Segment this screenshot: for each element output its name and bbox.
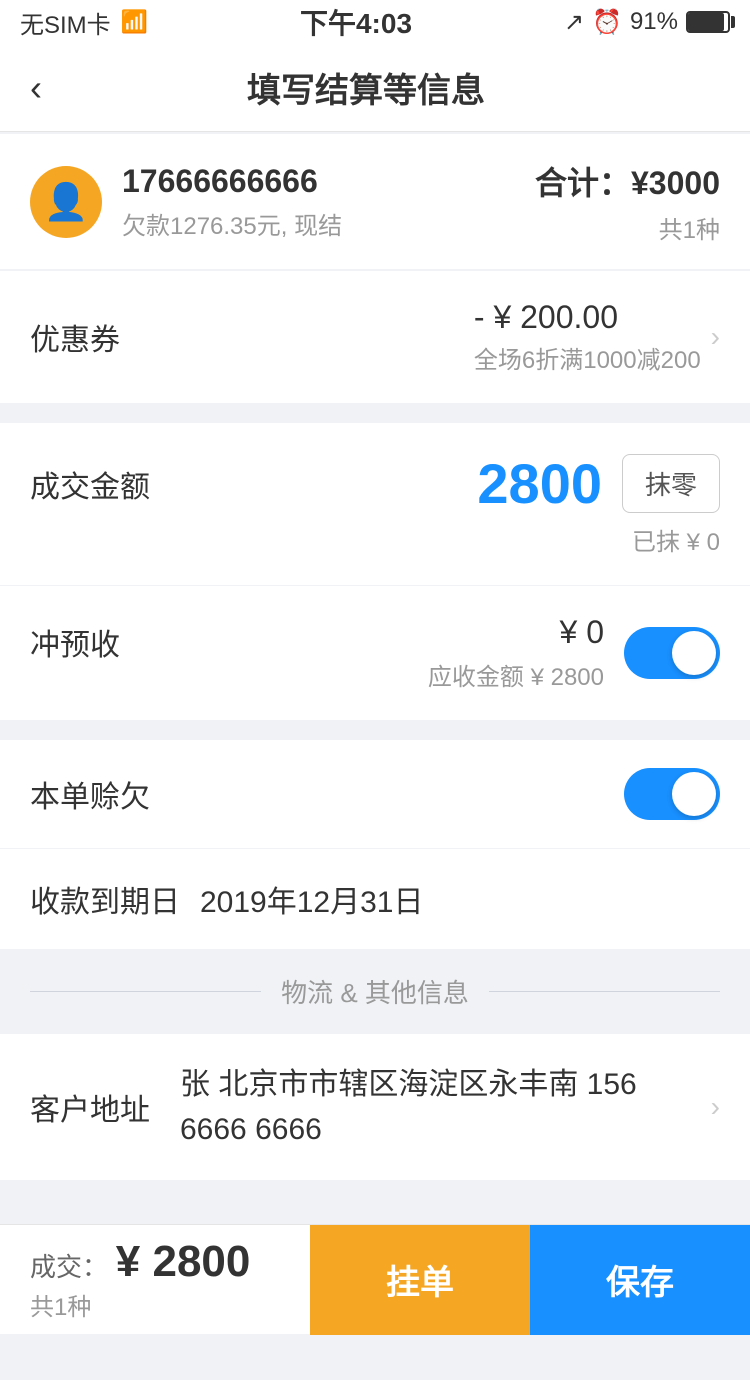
- bottom-summary-sub: 共1种: [30, 1287, 280, 1322]
- logistics-divider: 物流 & 其他信息: [0, 949, 750, 1034]
- trans-amount: 2800: [477, 451, 602, 516]
- divider-line-left: [30, 991, 261, 992]
- back-button[interactable]: ‹: [30, 57, 62, 119]
- divider-line-right: [489, 991, 720, 992]
- coupon-right: - ¥ 200.00 全场6折满1000减200 ›: [474, 299, 720, 375]
- transaction-section: 成交金额 2800 抹零 已抹 ¥ 0: [0, 423, 750, 585]
- bottom-summary: 成交： ¥ 2800 共1种: [0, 1237, 310, 1322]
- duedate-section: 收款到期日 2019年12月31日: [0, 848, 750, 949]
- address-section[interactable]: 客户地址 张 北京市市辖区海淀区永丰南 156 6666 6666 ›: [0, 1034, 750, 1180]
- coupon-discount: - ¥ 200.00: [474, 299, 701, 336]
- debit-toggle-knob: [672, 772, 716, 816]
- prepay-amount: ¥ 0: [428, 614, 604, 651]
- debit-section: 本单赊欠: [0, 740, 750, 848]
- address-chevron-icon: ›: [711, 1091, 720, 1123]
- section-divider-2: [0, 720, 750, 740]
- debit-label: 本单赊欠: [30, 772, 150, 816]
- customer-sub: 欠款1276.35元, 现结: [122, 206, 342, 241]
- bottom-label-row: 成交： ¥ 2800: [30, 1237, 280, 1287]
- status-left: 无SIM卡 📶: [20, 5, 148, 40]
- duedate-label: 收款到期日: [30, 877, 180, 921]
- prepay-toggle[interactable]: [624, 627, 720, 679]
- bottom-summary-label: 成交：: [30, 1252, 108, 1282]
- trans-label: 成交金额: [30, 462, 150, 506]
- prepay-section: 冲预收 ¥ 0 应收金额 ¥ 2800: [0, 585, 750, 720]
- logistics-label: 物流 & 其他信息: [281, 973, 469, 1010]
- address-label: 客户地址: [30, 1085, 150, 1129]
- prepay-row: 冲预收 ¥ 0 应收金额 ¥ 2800: [30, 614, 720, 692]
- status-right: ↗ ⏰ 91%: [564, 8, 730, 37]
- prepay-toggle-knob: [672, 631, 716, 675]
- nav-bar: ‹ 填写结算等信息: [0, 44, 750, 132]
- total-sub: 共1种: [535, 210, 720, 245]
- total-amount: 合计：¥3000: [535, 158, 720, 204]
- customer-phone: 17666666666: [122, 163, 342, 200]
- avatar: 👤: [30, 166, 102, 238]
- hold-button[interactable]: 挂单: [310, 1225, 530, 1335]
- coupon-chevron-icon: ›: [711, 321, 720, 353]
- round-button[interactable]: 抹零: [622, 454, 720, 513]
- trans-row: 成交金额 2800 抹零: [30, 451, 720, 516]
- alarm-icon: ⏰: [592, 8, 622, 37]
- battery-label: 91%: [630, 8, 678, 36]
- trans-amount-area: 2800 抹零: [477, 451, 720, 516]
- section-divider-1: [0, 403, 750, 423]
- trans-sub: 已抹 ¥ 0: [30, 522, 720, 557]
- bottom-summary-amount: ¥ 2800: [116, 1237, 251, 1286]
- battery-icon: [686, 11, 730, 33]
- page-title: 填写结算等信息: [62, 63, 670, 112]
- status-bar: 无SIM卡 📶 下午4:03 ↗ ⏰ 91%: [0, 0, 750, 44]
- time-label: 下午4:03: [300, 2, 412, 42]
- duedate-row: 收款到期日 2019年12月31日: [30, 877, 720, 921]
- prepay-sub: 应收金额 ¥ 2800: [428, 657, 604, 692]
- avatar-icon: 👤: [44, 181, 89, 223]
- duedate-value: 2019年12月31日: [200, 877, 423, 921]
- coupon-section[interactable]: 优惠券 - ¥ 200.00 全场6折满1000减200 ›: [0, 271, 750, 403]
- prepay-amount-area: ¥ 0 应收金额 ¥ 2800: [428, 614, 604, 692]
- customer-card: 👤 17666666666 欠款1276.35元, 现结 合计：¥3000 共1…: [0, 134, 750, 269]
- customer-info: 17666666666 欠款1276.35元, 现结: [122, 163, 342, 241]
- prepay-right: ¥ 0 应收金额 ¥ 2800: [428, 614, 720, 692]
- location-icon: ↗: [564, 8, 584, 37]
- save-button[interactable]: 保存: [530, 1225, 750, 1335]
- bottom-bar: 成交： ¥ 2800 共1种 挂单 保存: [0, 1224, 750, 1334]
- coupon-label: 优惠券: [30, 315, 120, 359]
- coupon-detail: 全场6折满1000减200: [474, 340, 701, 375]
- debit-toggle[interactable]: [624, 768, 720, 820]
- customer-left: 👤 17666666666 欠款1276.35元, 现结: [30, 163, 342, 241]
- customer-right: 合计：¥3000 共1种: [535, 158, 720, 245]
- prepay-label: 冲预收: [30, 614, 120, 664]
- address-content: 张 北京市市辖区海淀区永丰南 156 6666 6666: [180, 1062, 711, 1152]
- carrier-label: 无SIM卡: [20, 5, 111, 40]
- wifi-icon: 📶: [121, 9, 148, 35]
